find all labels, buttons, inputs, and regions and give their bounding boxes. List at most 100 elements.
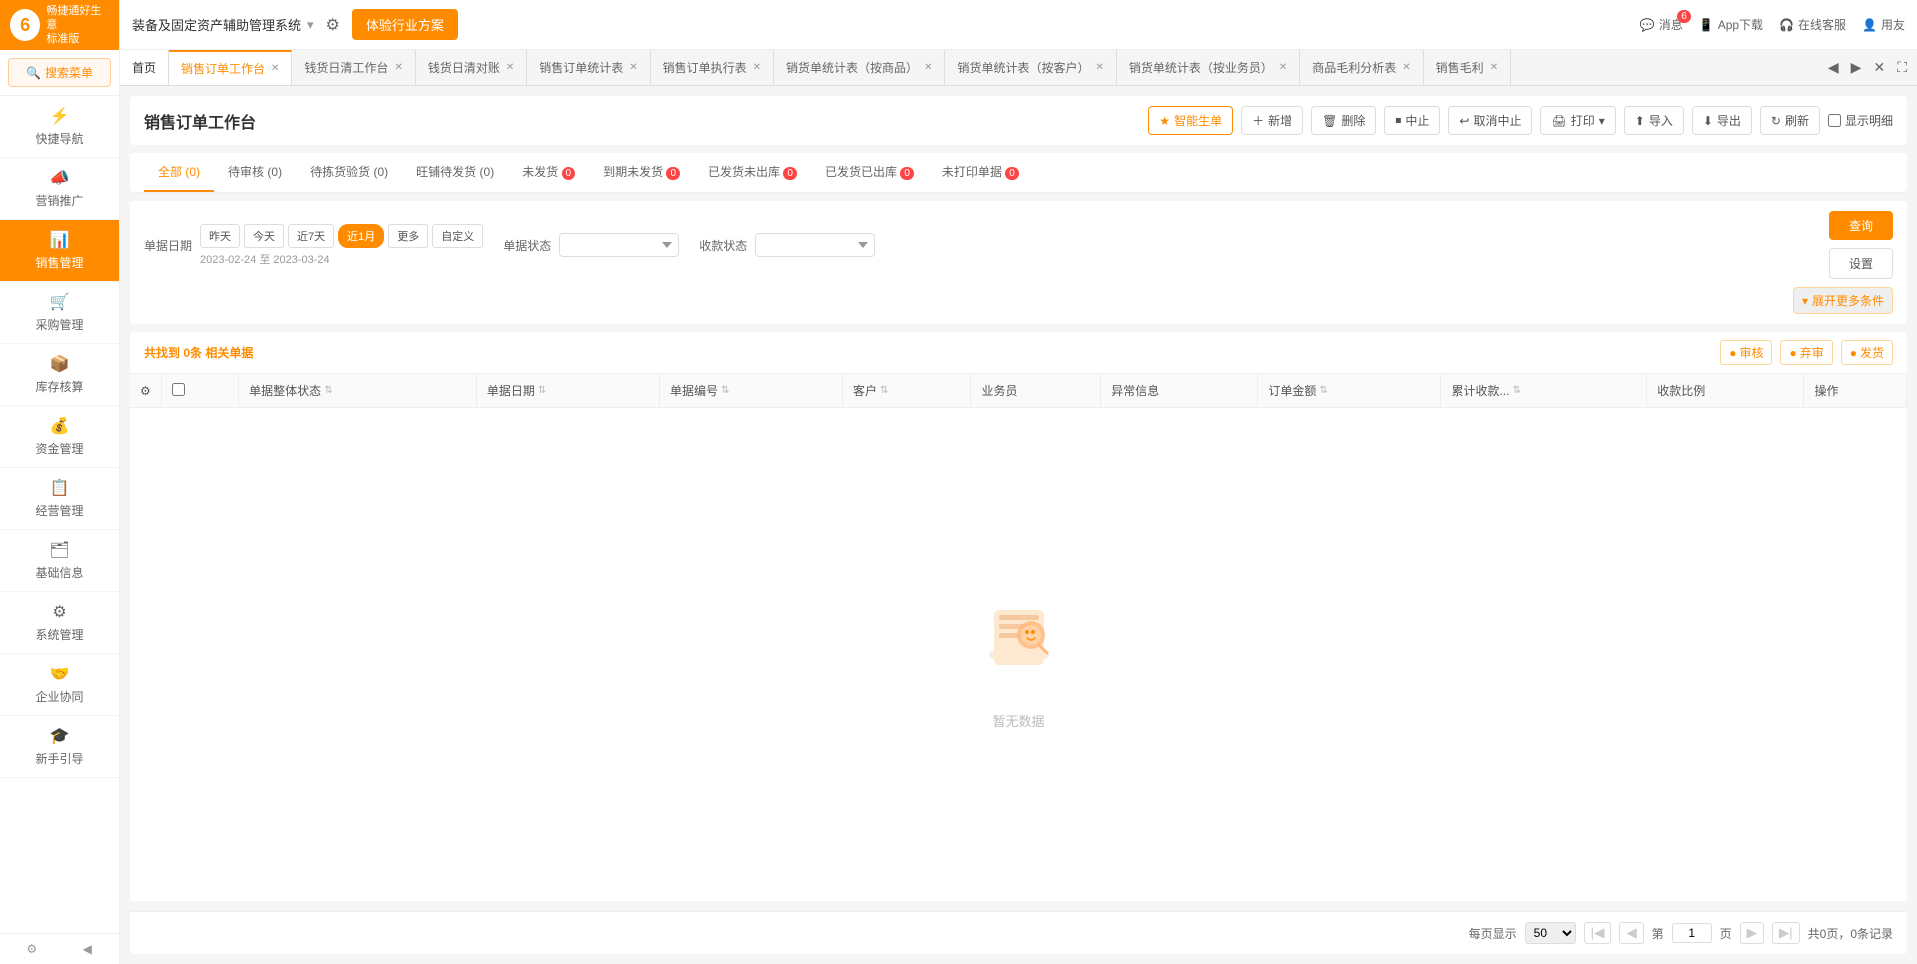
tab-close-sales-stat[interactable]: ✕ <box>629 62 637 73</box>
sidebar-item-finance[interactable]: 💰 资金管理 <box>0 406 119 468</box>
tab-close-gross-profit[interactable]: ✕ <box>1402 62 1410 73</box>
prev-page-button[interactable]: ◀ <box>1619 922 1643 944</box>
tab-gross-profit[interactable]: 商品毛利分析表 ✕ <box>1300 50 1423 86</box>
sidebar-item-enterprise[interactable]: 🤝 企业协同 <box>0 654 119 716</box>
filter-tab-shipped-not-out[interactable]: 已发货未出库 0 <box>694 153 811 192</box>
tab-scroll-right[interactable]: ▶ <box>1845 55 1868 80</box>
review-button[interactable]: ● 审核 <box>1720 340 1772 365</box>
sort-icon-status[interactable]: ⇅ <box>324 385 332 396</box>
filter-tab-not-printed[interactable]: 未打印单据 0 <box>928 153 1033 192</box>
filter-tab-not-shipped[interactable]: 未发货 0 <box>508 153 589 192</box>
filter-tab-all[interactable]: 全部 (0) <box>144 153 214 192</box>
search-setting-button[interactable]: 设置 <box>1829 248 1893 279</box>
tab-maximize[interactable]: ⛶ <box>1891 55 1913 80</box>
scrollbar-spacer <box>130 901 1630 902</box>
finance-icon: 💰 <box>50 416 70 436</box>
topbar-dropdown-arrow[interactable]: ▾ <box>307 17 314 33</box>
refresh-button[interactable]: ↻ 刷新 <box>1760 106 1820 135</box>
delete-button[interactable]: 🗑 删除 <box>1311 106 1376 135</box>
trial-button[interactable]: 体验行业方案 <box>352 9 458 40</box>
filter-tab-shipped-out[interactable]: 已发货已出库 0 <box>811 153 928 192</box>
tab-scroll-left[interactable]: ◀ <box>1822 55 1845 80</box>
stop-button[interactable]: ⏹ 中止 <box>1384 106 1440 135</box>
sidebar-item-purchase[interactable]: 🛒 采购管理 <box>0 282 119 344</box>
payment-select[interactable] <box>755 233 875 257</box>
base-info-icon: 🗂 <box>49 540 69 560</box>
tab-cash-reconcile[interactable]: 钱货日清对账 ✕ <box>416 50 527 86</box>
tab-sale-summary-prod[interactable]: 销货单统计表（按商品） ✕ <box>774 50 945 86</box>
add-button[interactable]: ＋ 新增 <box>1241 106 1303 135</box>
tab-sales-workbench[interactable]: 销售订单工作台 ✕ <box>169 50 292 86</box>
sort-icon-date[interactable]: ⇅ <box>538 385 546 396</box>
first-page-button[interactable]: |◀ <box>1584 922 1612 944</box>
topbar-title: 装备及固定资产辅助管理系统 ▾ <box>132 15 314 34</box>
date-btn-1month[interactable]: 近1月 <box>338 224 384 248</box>
import-button[interactable]: ⬆ 导入 <box>1624 106 1684 135</box>
sidebar-item-system[interactable]: ⚙ 系统管理 <box>0 592 119 654</box>
app-download-button[interactable]: 📱 App下载 <box>1699 16 1763 33</box>
tab-sale-summary-cust[interactable]: 销货单统计表（按客户） ✕ <box>945 50 1116 86</box>
online-service-button[interactable]: 🎧 在线客服 <box>1779 16 1846 33</box>
tab-close-sales-exec[interactable]: ✕ <box>753 62 761 73</box>
print-button[interactable]: 🖨 打印 ▾ <box>1540 106 1615 135</box>
smart-create-button[interactable]: ★ 智能生单 <box>1148 106 1233 135</box>
tab-close-sale-summary-staff[interactable]: ✕ <box>1279 62 1287 73</box>
topbar-settings-icon[interactable]: ⚙ <box>326 15 340 35</box>
status-select[interactable] <box>559 233 679 257</box>
cancel-review-button[interactable]: ● 弃审 <box>1780 340 1832 365</box>
table-scroll-area[interactable]: ⚙ 单据整体状态 ⇅ 单据日期 ⇅ <box>130 374 1907 901</box>
sidebar-item-operations[interactable]: 📋 经营管理 <box>0 468 119 530</box>
date-btn-7days[interactable]: 近7天 <box>288 224 334 248</box>
tab-close-sales-workbench[interactable]: ✕ <box>271 63 279 74</box>
sidebar-item-guide[interactable]: 🎓 新手引导 <box>0 716 119 778</box>
tab-close-cash-daily[interactable]: ✕ <box>394 62 402 73</box>
filter-tab-pending-inspect[interactable]: 待拣货验货 (0) <box>296 153 402 192</box>
ship-button[interactable]: ● 发货 <box>1841 340 1893 365</box>
tab-sales-revenue[interactable]: 销售毛利 ✕ <box>1424 50 1511 86</box>
sort-icon-amount[interactable]: ⇅ <box>1319 385 1327 396</box>
page-size-select[interactable]: 50 100 200 <box>1525 922 1576 944</box>
filter-tab-pending-review[interactable]: 待审核 (0) <box>214 153 296 192</box>
tab-close-sale-summary-prod[interactable]: ✕ <box>924 62 932 73</box>
tab-cash-daily[interactable]: 钱货日清工作台 ✕ <box>292 50 415 86</box>
tab-sales-exec[interactable]: 销售订单执行表 ✕ <box>651 50 774 86</box>
date-btn-more[interactable]: 更多 <box>388 224 428 248</box>
message-button[interactable]: 💬 消息 6 <box>1640 16 1683 33</box>
query-button[interactable]: 查询 <box>1829 211 1893 240</box>
filter-tab-wangpu-pending[interactable]: 旺铺待发货 (0) <box>402 153 508 192</box>
tab-sales-stat[interactable]: 销售订单统计表 ✕ <box>527 50 650 86</box>
expand-conditions-button[interactable]: ▾ 展开更多条件 <box>1793 287 1893 314</box>
sort-icon-customer[interactable]: ⇅ <box>880 385 888 396</box>
tab-close-current[interactable]: ✕ <box>1867 55 1891 80</box>
search-menu-button[interactable]: 🔍 搜索菜单 <box>8 58 111 87</box>
footer-settings-button[interactable]: ⚙ <box>8 942 56 956</box>
tab-close-sales-revenue[interactable]: ✕ <box>1490 62 1498 73</box>
cancel-stop-button[interactable]: ↩ 取消中止 <box>1448 106 1532 135</box>
show-detail-checkbox[interactable] <box>1828 114 1841 127</box>
export-button[interactable]: ⬇ 导出 <box>1692 106 1752 135</box>
sidebar-item-inventory[interactable]: 📦 库存核算 <box>0 344 119 406</box>
sidebar-item-quick-nav[interactable]: ⚡ 快捷导航 <box>0 96 119 158</box>
horizontal-scrollbar[interactable] <box>130 901 1907 911</box>
tab-sale-summary-staff[interactable]: 销货单统计表（按业务员） ✕ <box>1117 50 1300 86</box>
tab-home[interactable]: 首页 <box>120 50 169 86</box>
sidebar-item-base-info[interactable]: 🗂 基础信息 <box>0 530 119 592</box>
page-input[interactable] <box>1672 923 1712 943</box>
next-page-button[interactable]: ▶ <box>1740 922 1764 944</box>
tab-close-cash-reconcile[interactable]: ✕ <box>506 62 514 73</box>
user-button[interactable]: 👤 用友 <box>1862 16 1905 33</box>
filter-tab-overdue-not-shipped[interactable]: 到期未发货 0 <box>589 153 694 192</box>
select-all-checkbox[interactable] <box>172 383 185 396</box>
sort-icon-collected[interactable]: ⇅ <box>1512 385 1520 396</box>
sort-icon-number[interactable]: ⇅ <box>721 385 729 396</box>
tab-close-sale-summary-cust[interactable]: ✕ <box>1095 62 1103 73</box>
date-btn-yesterday[interactable]: 昨天 <box>200 224 240 248</box>
sidebar-item-sales[interactable]: 📊 销售管理 <box>0 220 119 282</box>
last-page-button[interactable]: ▶| <box>1772 922 1800 944</box>
date-btn-custom[interactable]: 自定义 <box>432 224 483 248</box>
show-detail-checkbox-label[interactable]: 显示明细 <box>1828 112 1893 129</box>
user-icon: 👤 <box>1862 18 1877 32</box>
sidebar-item-marketing[interactable]: 📣 营销推广 <box>0 158 119 220</box>
date-btn-today[interactable]: 今天 <box>244 224 284 248</box>
footer-collapse-button[interactable]: ◀ <box>64 942 112 956</box>
